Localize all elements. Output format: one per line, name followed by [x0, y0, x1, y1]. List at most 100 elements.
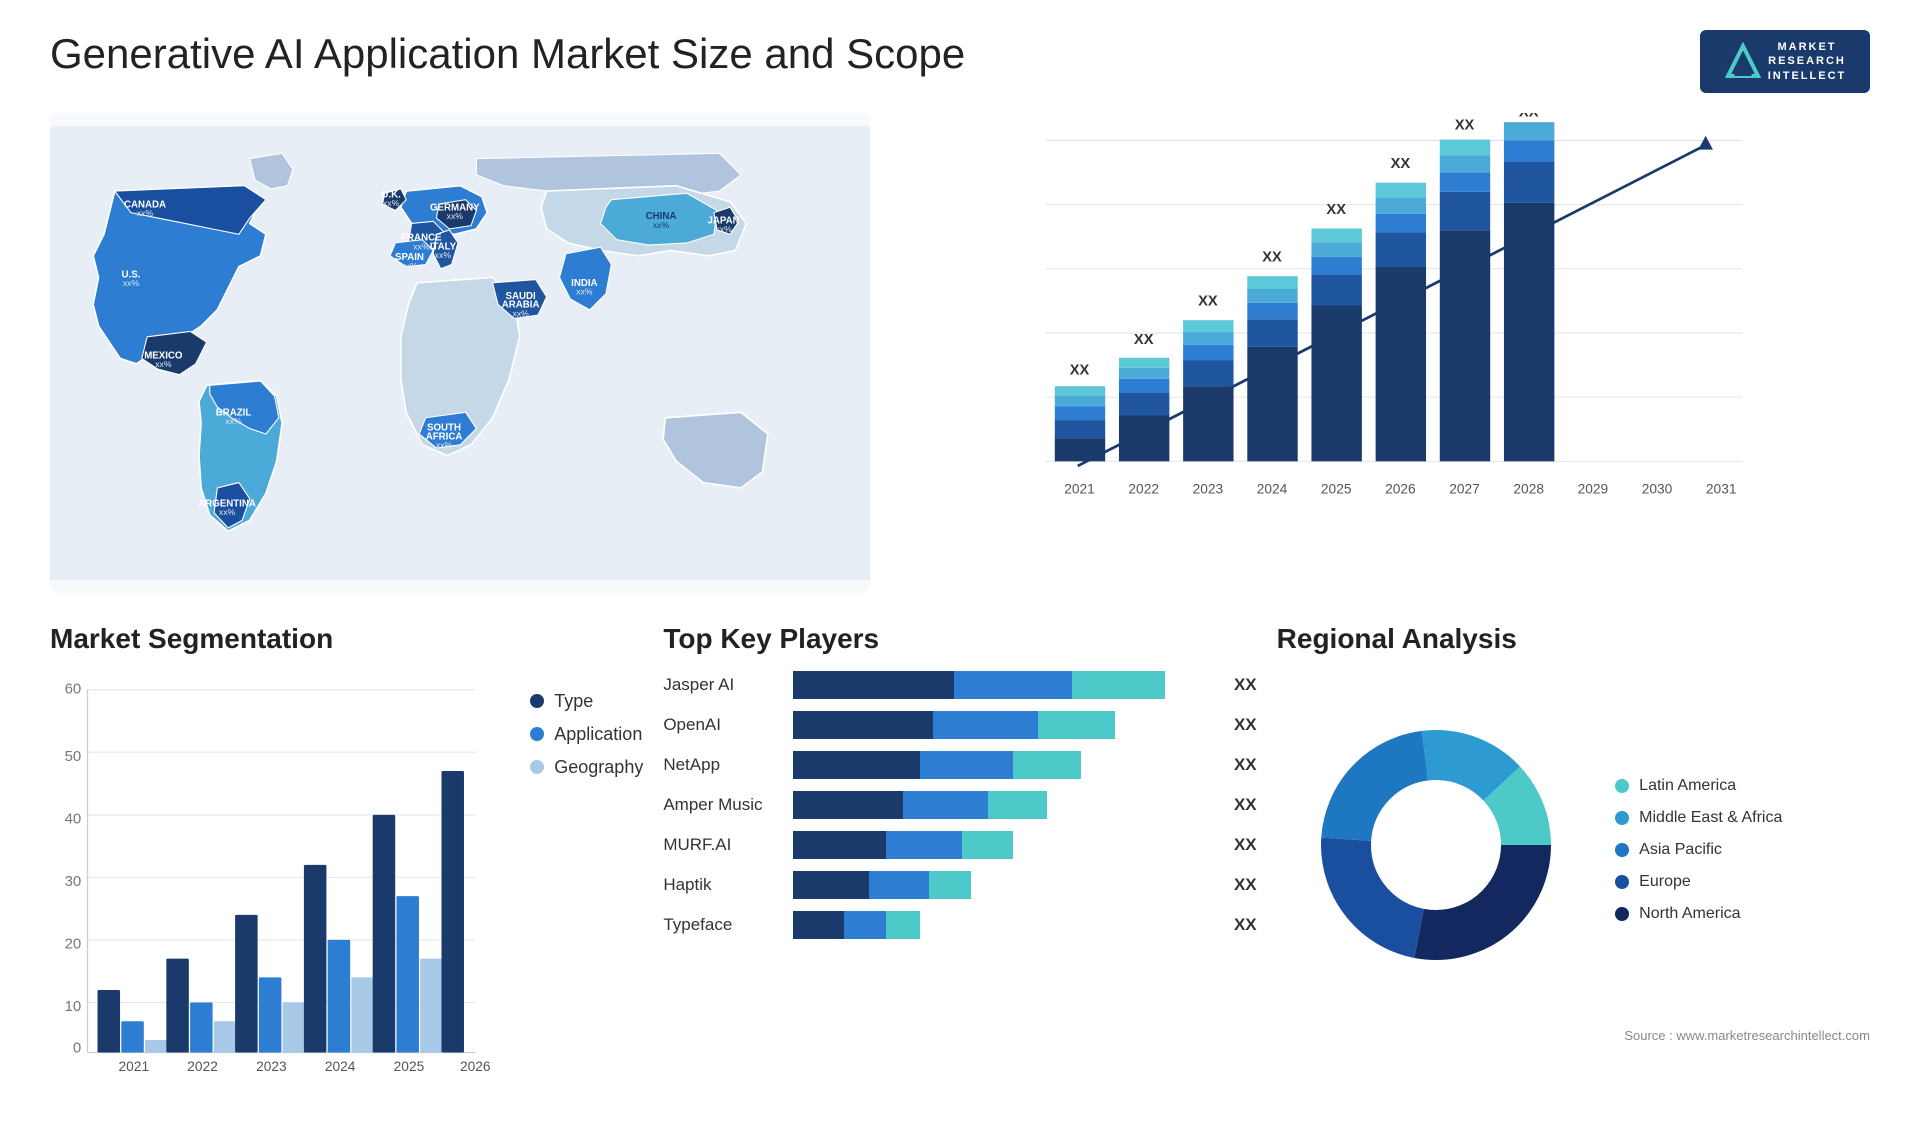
legend-dot-type — [530, 694, 544, 708]
reg-label-na: North America — [1639, 905, 1740, 923]
regional-legend: Latin America Middle East & Africa Asia … — [1615, 767, 1870, 923]
player-bar-seg1-murf — [793, 831, 886, 859]
svg-text:xx%: xx% — [513, 308, 530, 318]
player-row-netapp: NetApp XX — [663, 751, 1256, 779]
players-section: Top Key Players Jasper AI XX OpenAI — [663, 623, 1256, 1043]
player-bar-murf — [793, 831, 1216, 859]
player-bar-seg1-amper — [793, 791, 903, 819]
svg-text:XX: XX — [1263, 249, 1283, 265]
player-xx-openai: XX — [1234, 715, 1257, 735]
svg-text:2026: 2026 — [460, 1059, 491, 1074]
player-name-openai: OpenAI — [663, 715, 783, 735]
player-xx-murf: XX — [1234, 835, 1257, 855]
svg-text:xx%: xx% — [576, 287, 593, 297]
reg-dot-europe — [1615, 875, 1629, 889]
top-section: CANADA xx% U.S. xx% MEXICO xx% BRAZIL xx… — [50, 113, 1870, 593]
legend-label-application: Application — [554, 724, 642, 745]
svg-text:xx%: xx% — [435, 250, 452, 260]
svg-text:xx%: xx% — [225, 416, 242, 426]
player-name-haptik: Haptik — [663, 875, 783, 895]
svg-text:2023: 2023 — [256, 1059, 287, 1074]
player-xx-netapp: XX — [1234, 755, 1257, 775]
player-bar-seg1-haptik — [793, 871, 869, 899]
svg-text:XX: XX — [1391, 156, 1411, 172]
svg-text:2024: 2024 — [1257, 481, 1288, 496]
logo-icon — [1724, 42, 1762, 80]
svg-text:XX: XX — [1455, 117, 1475, 133]
bar-chart-container: XX 2021 XX 2022 XX — [900, 113, 1870, 593]
player-xx-haptik: XX — [1234, 875, 1257, 895]
map-section: CANADA xx% U.S. xx% MEXICO xx% BRAZIL xx… — [50, 113, 870, 593]
legend-item-type: Type — [530, 691, 643, 712]
player-row-jasper: Jasper AI XX — [663, 671, 1256, 699]
player-bar-seg2-jasper — [954, 671, 1072, 699]
player-xx-amper: XX — [1234, 795, 1257, 815]
player-name-jasper: Jasper AI — [663, 675, 783, 695]
player-name-netapp: NetApp — [663, 755, 783, 775]
player-bar-seg3-jasper — [1072, 671, 1165, 699]
page-title: Generative AI Application Market Size an… — [50, 30, 965, 78]
svg-text:10: 10 — [65, 998, 82, 1015]
svg-text:XX: XX — [1519, 113, 1539, 121]
player-bar-seg3-amper — [988, 791, 1047, 819]
player-row-haptik: Haptik XX — [663, 871, 1256, 899]
seg-chart-area: 60 50 40 30 20 10 0 — [50, 671, 643, 1096]
reg-dot-mea — [1615, 811, 1629, 825]
player-bar-seg2-typeface — [844, 911, 886, 939]
svg-text:xx%: xx% — [436, 440, 453, 450]
svg-text:2026: 2026 — [1385, 481, 1416, 496]
svg-text:2022: 2022 — [1129, 481, 1160, 496]
svg-text:2022: 2022 — [187, 1059, 218, 1074]
reg-dot-latin — [1615, 779, 1629, 793]
player-bar-seg3-openai — [1038, 711, 1114, 739]
svg-text:2021: 2021 — [1065, 481, 1096, 496]
source-text: Source : www.marketresearchintellect.com — [1277, 1028, 1870, 1043]
player-bar-openai — [793, 711, 1216, 739]
reg-label-europe: Europe — [1639, 873, 1691, 891]
player-bar-seg2-netapp — [920, 751, 1013, 779]
svg-text:20: 20 — [65, 936, 82, 953]
player-name-murf: MURF.AI — [663, 835, 783, 855]
logo-text-line3: INTELLECT — [1768, 69, 1847, 83]
reg-dot-na — [1615, 907, 1629, 921]
legend-item-geography: Geography — [530, 757, 643, 778]
reg-label-apac: Asia Pacific — [1639, 841, 1722, 859]
svg-text:2030: 2030 — [1642, 481, 1673, 496]
svg-text:xx%: xx% — [653, 220, 670, 230]
players-title: Top Key Players — [663, 623, 1256, 655]
svg-text:2027: 2027 — [1450, 481, 1481, 496]
player-name-amper: Amper Music — [663, 795, 783, 815]
legend-label-type: Type — [554, 691, 593, 712]
player-bar-seg1-netapp — [793, 751, 920, 779]
reg-dot-apac — [1615, 843, 1629, 857]
player-bar-amper — [793, 791, 1216, 819]
svg-text:xx%: xx% — [447, 211, 464, 221]
player-bar-seg2-murf — [886, 831, 962, 859]
player-bar-seg3-netapp — [1013, 751, 1081, 779]
segmentation-section: Market Segmentation 60 50 40 30 20 10 0 — [50, 623, 643, 1043]
svg-text:xx%: xx% — [715, 224, 732, 234]
svg-text:2028: 2028 — [1514, 481, 1545, 496]
player-xx-jasper: XX — [1234, 675, 1257, 695]
header: Generative AI Application Market Size an… — [50, 30, 1870, 93]
donut-svg-container — [1277, 705, 1596, 985]
legend-item-application: Application — [530, 724, 643, 745]
reg-legend-apac: Asia Pacific — [1615, 841, 1870, 859]
svg-text:2031: 2031 — [1706, 481, 1737, 496]
player-bar-seg1-typeface — [793, 911, 844, 939]
svg-text:2025: 2025 — [1321, 481, 1352, 496]
player-row-openai: OpenAI XX — [663, 711, 1256, 739]
logo-text-line1: MARKET — [1768, 40, 1847, 54]
reg-legend-europe: Europe — [1615, 873, 1870, 891]
legend-dot-application — [530, 727, 544, 741]
regional-section: Regional Analysis — [1277, 623, 1870, 1043]
seg-chart-svg: 60 50 40 30 20 10 0 — [50, 671, 500, 1096]
player-bar-seg1-jasper — [793, 671, 954, 699]
reg-legend-mea: Middle East & Africa — [1615, 809, 1870, 827]
svg-text:XX: XX — [1199, 293, 1219, 309]
svg-text:50: 50 — [65, 748, 82, 765]
seg-bar-chart: 60 50 40 30 20 10 0 — [50, 671, 500, 1096]
reg-legend-latin: Latin America — [1615, 777, 1870, 795]
svg-text:2024: 2024 — [325, 1059, 356, 1074]
reg-label-latin: Latin America — [1639, 777, 1736, 795]
